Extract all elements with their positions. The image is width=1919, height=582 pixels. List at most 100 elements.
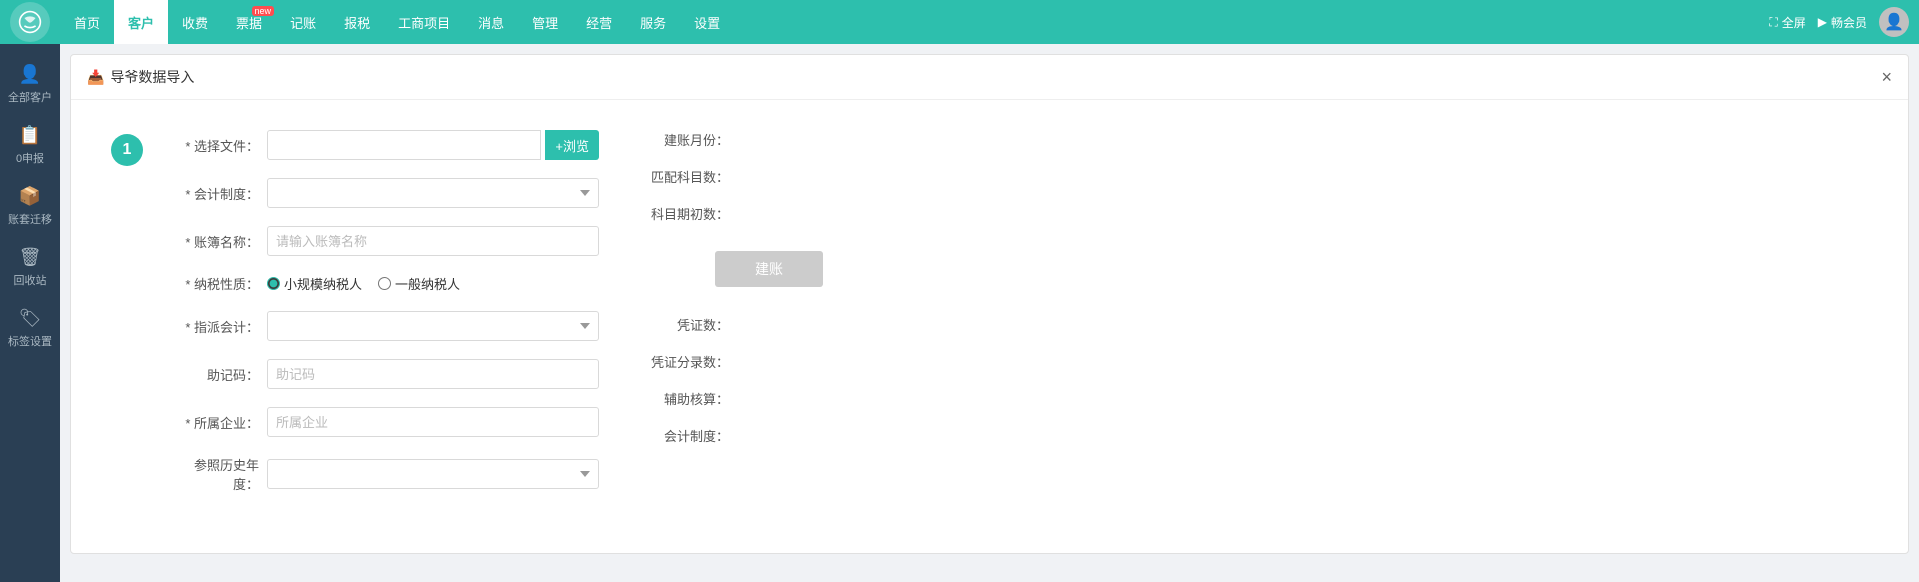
radio-small-taxpayer[interactable]: 小规模纳税人 bbox=[267, 274, 362, 293]
radio-general-taxpayer[interactable]: 一般纳税人 bbox=[378, 274, 460, 293]
sidebar-label-migrate: 账套迁移 bbox=[8, 211, 52, 227]
memo-label: 助记码： bbox=[179, 365, 259, 384]
top-nav: 首页 客户 收费 票据 new 记账 报税 工商项目 消息 管理 经营 服务 设… bbox=[0, 0, 1919, 44]
build-account-button[interactable]: 建账 bbox=[715, 251, 823, 287]
sidebar-item-all-clients[interactable]: 👤 全部客户 bbox=[0, 54, 60, 115]
step-indicator: 1 bbox=[111, 130, 143, 166]
sidebar-label-all-clients: 全部客户 bbox=[8, 89, 52, 105]
nav-invoices[interactable]: 票据 new bbox=[222, 0, 276, 44]
sidebar-label-trash: 回收站 bbox=[14, 272, 47, 288]
voucher-entries-row: 凭证分录数： bbox=[639, 352, 899, 371]
accountant-select[interactable] bbox=[267, 311, 599, 341]
close-button[interactable]: × bbox=[1881, 67, 1892, 88]
company-input[interactable] bbox=[267, 407, 599, 437]
right-accounting-system-label: 会计制度： bbox=[639, 426, 729, 445]
avatar-icon: 👤 bbox=[1884, 12, 1904, 32]
accountant-label: * 指派会计： bbox=[179, 317, 259, 336]
ledger-name-label: * 账簿名称： bbox=[179, 232, 259, 251]
tax-type-label: * 纳税性质： bbox=[179, 274, 259, 293]
aux-accounting-label: 辅助核算： bbox=[639, 389, 729, 408]
member-label: 畅会员 bbox=[1831, 14, 1867, 31]
ledger-name-input[interactable] bbox=[267, 226, 599, 256]
file-input-row: +浏览 bbox=[267, 130, 599, 160]
migrate-icon: 📦 bbox=[19, 186, 41, 207]
trash-icon: 🗑 bbox=[19, 247, 42, 268]
voucher-entries-label: 凭证分录数： bbox=[639, 352, 729, 371]
tags-icon: 🏷 bbox=[19, 308, 42, 329]
nav-tax[interactable]: 报税 bbox=[330, 0, 384, 44]
history-year-select[interactable] bbox=[267, 459, 599, 489]
dialog-body: 1 * 选择文件： +浏览 bbox=[71, 100, 1908, 523]
sidebar-item-declare[interactable]: 📋 0申报 bbox=[0, 115, 60, 176]
build-month-row: 建账月份： bbox=[639, 130, 899, 149]
fullscreen-label: 全屏 bbox=[1782, 14, 1806, 31]
app-logo bbox=[10, 2, 50, 42]
accountant-row: * 指派会计： bbox=[179, 311, 599, 341]
sidebar-label-declare: 0申报 bbox=[16, 150, 44, 166]
nav-items: 首页 客户 收费 票据 new 记账 报税 工商项目 消息 管理 经营 服务 设… bbox=[60, 0, 1769, 44]
initial-balance-row: 科目期初数： bbox=[639, 204, 899, 223]
dialog-title: 导爷数据导入 bbox=[110, 67, 194, 87]
memo-row: 助记码： bbox=[179, 359, 599, 389]
fullscreen-button[interactable]: ⛶ 全屏 bbox=[1769, 14, 1805, 31]
nav-billing[interactable]: 收费 bbox=[168, 0, 222, 44]
file-row: * 选择文件： +浏览 bbox=[179, 130, 599, 160]
dialog-card: 📥 导爷数据导入 × 1 * 选择文件： bbox=[70, 54, 1909, 554]
sidebar-label-tags: 标签设置 bbox=[8, 333, 52, 349]
import-icon: 📥 bbox=[87, 69, 104, 86]
sidebar-item-tags[interactable]: 🏷 标签设置 bbox=[0, 298, 60, 359]
nav-clients[interactable]: 客户 bbox=[114, 0, 168, 44]
history-year-label: 参照历史年度： bbox=[179, 455, 259, 493]
match-subjects-row: 匹配科目数： bbox=[639, 167, 899, 186]
match-subjects-label: 匹配科目数： bbox=[639, 167, 729, 186]
nav-right: ⛶ 全屏 ▶ 畅会员 👤 bbox=[1769, 7, 1909, 37]
nav-settings[interactable]: 设置 bbox=[680, 0, 734, 44]
nav-home[interactable]: 首页 bbox=[60, 0, 114, 44]
member-button[interactable]: ▶ 畅会员 bbox=[1818, 14, 1867, 31]
company-label: * 所属企业： bbox=[179, 413, 259, 432]
step-circle: 1 bbox=[111, 134, 143, 166]
initial-balance-label: 科目期初数： bbox=[639, 204, 729, 223]
file-label: * 选择文件： bbox=[179, 136, 259, 155]
user-avatar[interactable]: 👤 bbox=[1879, 7, 1909, 37]
history-year-row: 参照历史年度： bbox=[179, 455, 599, 493]
form-left: * 选择文件： +浏览 * 会计制度： bbox=[179, 130, 599, 493]
declare-icon: 📋 bbox=[19, 125, 41, 146]
nav-service[interactable]: 服务 bbox=[626, 0, 680, 44]
file-input[interactable] bbox=[267, 130, 541, 160]
radio-general-label: 一般纳税人 bbox=[395, 274, 460, 293]
radio-general-input[interactable] bbox=[378, 277, 391, 290]
memo-input[interactable] bbox=[267, 359, 599, 389]
accounting-system-label: * 会计制度： bbox=[179, 184, 259, 203]
nav-operation[interactable]: 经营 bbox=[572, 0, 626, 44]
nav-manage[interactable]: 管理 bbox=[518, 0, 572, 44]
vouchers-label: 凭证数： bbox=[639, 315, 729, 334]
new-badge: new bbox=[252, 6, 275, 16]
company-row: * 所属企业： bbox=[179, 407, 599, 437]
radio-small-input[interactable] bbox=[267, 277, 280, 290]
tax-type-row: * 纳税性质： 小规模纳税人 一般纳税人 bbox=[179, 274, 599, 293]
all-clients-icon: 👤 bbox=[19, 64, 41, 85]
member-icon: ▶ bbox=[1818, 15, 1827, 29]
tax-radio-group: 小规模纳税人 一般纳税人 bbox=[267, 274, 460, 293]
vouchers-row: 凭证数： bbox=[639, 315, 899, 334]
nav-bookkeeping[interactable]: 记账 bbox=[276, 0, 330, 44]
sidebar: 👤 全部客户 📋 0申报 📦 账套迁移 🗑 回收站 🏷 标签设置 bbox=[0, 44, 60, 582]
build-month-label: 建账月份： bbox=[639, 130, 729, 149]
fullscreen-icon: ⛶ bbox=[1769, 15, 1777, 30]
sidebar-item-migrate[interactable]: 📦 账套迁移 bbox=[0, 176, 60, 237]
main-layout: 👤 全部客户 📋 0申报 📦 账套迁移 🗑 回收站 🏷 标签设置 📥 导爷数据导… bbox=[0, 44, 1919, 582]
aux-accounting-row: 辅助核算： bbox=[639, 389, 899, 408]
main-content: 📥 导爷数据导入 × 1 * 选择文件： bbox=[60, 44, 1919, 582]
sidebar-item-trash[interactable]: 🗑 回收站 bbox=[0, 237, 60, 298]
form-right: 建账月份： 匹配科目数： 科目期初数： 建账 bbox=[639, 130, 899, 445]
right-accounting-system-row: 会计制度： bbox=[639, 426, 899, 445]
dialog-header: 📥 导爷数据导入 × bbox=[71, 55, 1908, 100]
nav-messages[interactable]: 消息 bbox=[464, 0, 518, 44]
nav-business[interactable]: 工商项目 bbox=[384, 0, 464, 44]
ledger-name-row: * 账簿名称： bbox=[179, 226, 599, 256]
accounting-system-select[interactable] bbox=[267, 178, 599, 208]
accounting-system-row: * 会计制度： bbox=[179, 178, 599, 208]
browse-button[interactable]: +浏览 bbox=[545, 130, 599, 160]
radio-small-label: 小规模纳税人 bbox=[284, 274, 362, 293]
